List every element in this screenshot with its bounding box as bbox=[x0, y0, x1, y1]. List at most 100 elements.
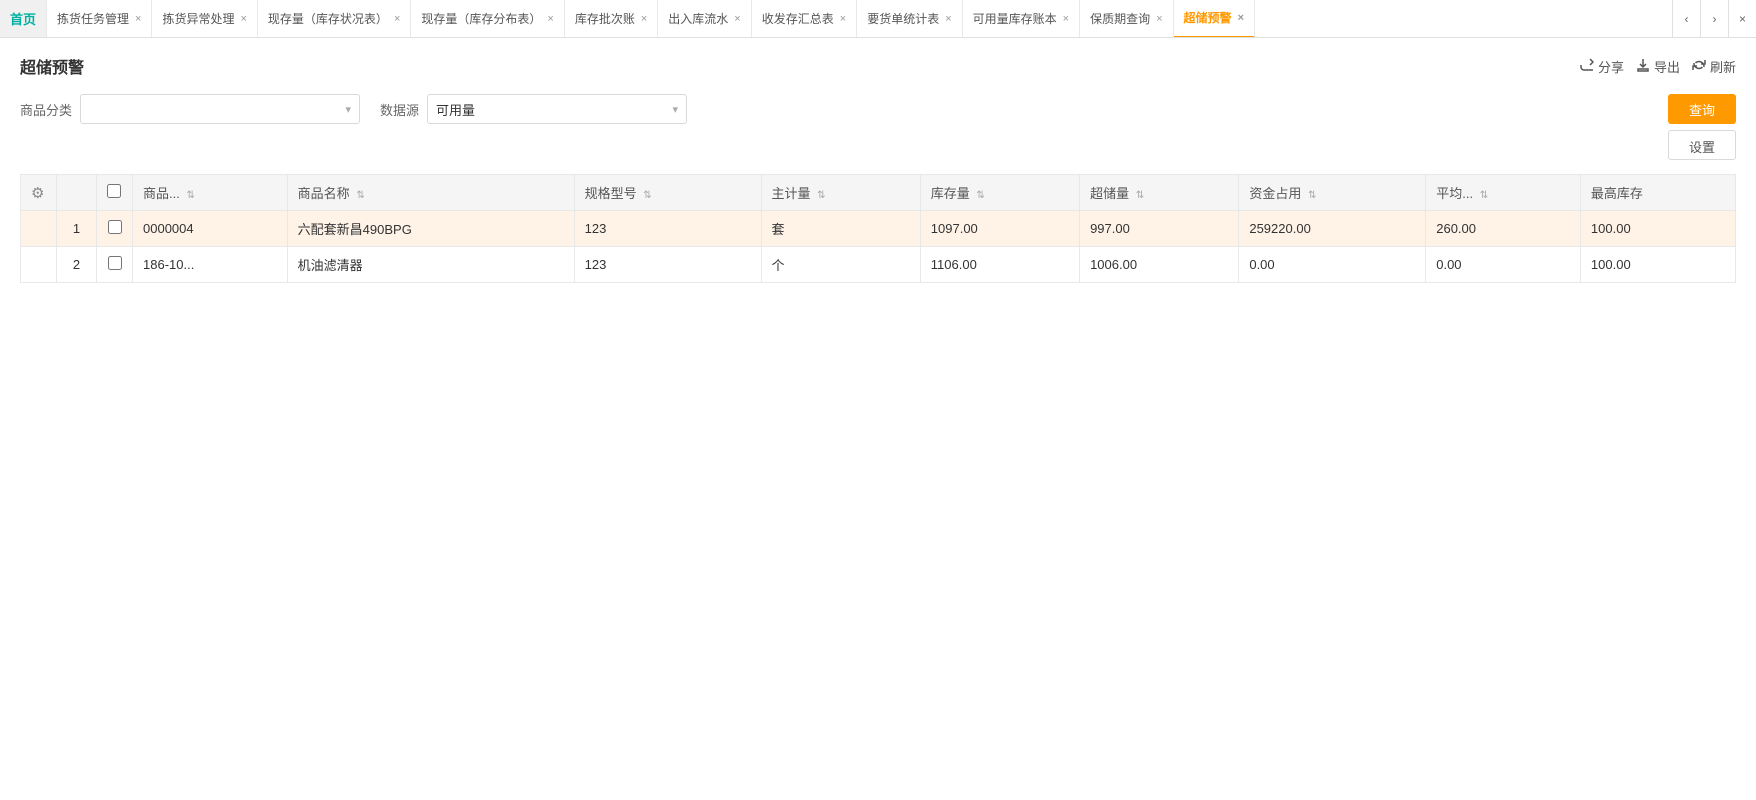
datasource-select[interactable]: 可用量 ▾ bbox=[427, 94, 687, 124]
gear-icon[interactable]: ⚙ bbox=[31, 185, 44, 202]
nav-tab-shelf-life[interactable]: 保质期查询 × bbox=[1080, 0, 1173, 38]
data-table: ⚙ 商品... ⇅ 商品名称 ⇅ 规格型号 ⇅ bbox=[20, 174, 1736, 283]
nav-arrow-close[interactable]: × bbox=[1728, 0, 1756, 38]
row-spec: 123 bbox=[574, 247, 761, 283]
col-header-capital[interactable]: 资金占用 ⇅ bbox=[1239, 175, 1426, 211]
tab-label: 拣货任务管理 bbox=[57, 10, 129, 27]
tab-label: 现存量（库存分布表） bbox=[421, 10, 541, 27]
tab-close-icon[interactable]: × bbox=[945, 13, 951, 25]
refresh-label: 刷新 bbox=[1710, 57, 1736, 76]
tab-close-icon[interactable]: × bbox=[240, 13, 246, 25]
nav-tab-receive-summary[interactable]: 收发存汇总表 × bbox=[752, 0, 857, 38]
col-header-spec[interactable]: 规格型号 ⇅ bbox=[574, 175, 761, 211]
col-header-unit[interactable]: 主计量 ⇅ bbox=[761, 175, 920, 211]
share-button[interactable]: 分享 bbox=[1580, 57, 1624, 76]
col-label: 商品... bbox=[143, 186, 180, 201]
nav-arrow-left[interactable]: ‹ bbox=[1672, 0, 1700, 38]
tab-close-icon[interactable]: × bbox=[1156, 13, 1162, 25]
export-label: 导出 bbox=[1654, 57, 1680, 76]
col-header-checkbox bbox=[97, 175, 133, 211]
tab-close-icon[interactable]: × bbox=[641, 13, 647, 25]
export-button[interactable]: 导出 bbox=[1636, 57, 1680, 76]
nav-arrow-right[interactable]: › bbox=[1700, 0, 1728, 38]
tab-close-icon[interactable]: × bbox=[135, 13, 141, 25]
sort-icon: ⇅ bbox=[1480, 190, 1488, 201]
col-header-max-stock[interactable]: 最高库存 bbox=[1580, 175, 1735, 211]
col-label: 商品名称 bbox=[298, 186, 350, 201]
row-spec: 123 bbox=[574, 211, 761, 247]
nav-tab-task-mgmt[interactable]: 拣货任务管理 × bbox=[47, 0, 152, 38]
filters-right: 查询 设置 bbox=[1668, 94, 1736, 160]
category-select[interactable]: ▾ bbox=[80, 94, 360, 124]
col-header-product-name[interactable]: 商品名称 ⇅ bbox=[287, 175, 574, 211]
tab-label: 拣货异常处理 bbox=[162, 10, 234, 27]
sort-icon: ⇅ bbox=[1136, 190, 1144, 201]
sort-icon: ⇅ bbox=[643, 190, 651, 201]
col-label: 资金占用 bbox=[1249, 186, 1301, 201]
table-row: 1 0000004 六配套新昌490BPG 123 套 1097.00 997.… bbox=[21, 211, 1736, 247]
tab-close-icon[interactable]: × bbox=[1063, 13, 1069, 25]
col-header-overstock[interactable]: 超储量 ⇅ bbox=[1080, 175, 1239, 211]
col-header-gear: ⚙ bbox=[21, 175, 57, 211]
table-row: 2 186-10... 机油滤清器 123 个 1106.00 1006.00 … bbox=[21, 247, 1736, 283]
tab-close-icon[interactable]: × bbox=[394, 13, 400, 25]
sort-icon: ⇅ bbox=[356, 190, 364, 201]
nav-tab-home[interactable]: 首页 bbox=[0, 0, 47, 38]
header-actions: 分享 导出 刷新 bbox=[1580, 57, 1736, 76]
col-label: 最高库存 bbox=[1591, 186, 1643, 201]
col-label: 主计量 bbox=[772, 186, 811, 201]
refresh-icon bbox=[1692, 58, 1706, 75]
category-label: 商品分类 bbox=[20, 100, 72, 119]
col-header-avg[interactable]: 平均... ⇅ bbox=[1426, 175, 1581, 211]
tab-label: 保质期查询 bbox=[1090, 10, 1150, 27]
select-all-checkbox[interactable] bbox=[107, 184, 121, 198]
tab-close-icon[interactable]: × bbox=[1238, 12, 1244, 24]
row-capital: 0.00 bbox=[1239, 247, 1426, 283]
nav-tab-inventory-status[interactable]: 现存量（库存状况表） × bbox=[258, 0, 411, 38]
nav-tab-batch-ledger[interactable]: 库存批次账 × bbox=[565, 0, 658, 38]
row-overstock: 1006.00 bbox=[1080, 247, 1239, 283]
tab-label: 出入库流水 bbox=[668, 10, 728, 27]
col-header-stock[interactable]: 库存量 ⇅ bbox=[920, 175, 1079, 211]
refresh-button[interactable]: 刷新 bbox=[1692, 57, 1736, 76]
nav-tab-exception[interactable]: 拣货异常处理 × bbox=[152, 0, 257, 38]
col-header-product-code[interactable]: 商品... ⇅ bbox=[133, 175, 288, 211]
nav-arrows: ‹ › × bbox=[1672, 0, 1756, 38]
row-product-name: 机油滤清器 bbox=[287, 247, 574, 283]
tab-label: 库存批次账 bbox=[575, 10, 635, 27]
datasource-label: 数据源 bbox=[380, 100, 419, 119]
row-avg: 260.00 bbox=[1426, 211, 1581, 247]
export-icon bbox=[1636, 58, 1650, 75]
sort-icon: ⇅ bbox=[817, 190, 825, 201]
nav-tab-overstock-warning[interactable]: 超储预警 × bbox=[1174, 0, 1255, 38]
settings-button[interactable]: 设置 bbox=[1668, 130, 1736, 160]
col-label: 超储量 bbox=[1090, 186, 1129, 201]
row-product-code: 186-10... bbox=[133, 247, 288, 283]
sort-icon: ⇅ bbox=[186, 190, 194, 201]
row-checkbox[interactable] bbox=[108, 220, 122, 234]
row-stock: 1106.00 bbox=[920, 247, 1079, 283]
col-label: 规格型号 bbox=[585, 186, 637, 201]
col-label: 库存量 bbox=[931, 186, 970, 201]
tab-close-icon[interactable]: × bbox=[840, 13, 846, 25]
nav-tab-order-stats[interactable]: 要货单统计表 × bbox=[857, 0, 962, 38]
col-header-index bbox=[57, 175, 97, 211]
nav-tab-inout-flow[interactable]: 出入库流水 × bbox=[658, 0, 751, 38]
row-index: 2 bbox=[57, 247, 97, 283]
nav-tab-inventory-dist[interactable]: 现存量（库存分布表） × bbox=[411, 0, 564, 38]
row-product-name: 六配套新昌490BPG bbox=[287, 211, 574, 247]
row-checkbox[interactable] bbox=[108, 256, 122, 270]
col-label: 平均... bbox=[1436, 186, 1473, 201]
row-overstock: 997.00 bbox=[1080, 211, 1239, 247]
row-checkbox-cell bbox=[97, 211, 133, 247]
tab-close-icon[interactable]: × bbox=[547, 13, 553, 25]
row-avg: 0.00 bbox=[1426, 247, 1581, 283]
nav-tab-available-ledger[interactable]: 可用量库存账本 × bbox=[963, 0, 1080, 38]
share-icon bbox=[1580, 58, 1594, 75]
tab-label: 超储预警 bbox=[1184, 9, 1232, 26]
row-index: 1 bbox=[57, 211, 97, 247]
query-button[interactable]: 查询 bbox=[1668, 94, 1736, 124]
share-label: 分享 bbox=[1598, 57, 1624, 76]
tab-close-icon[interactable]: × bbox=[734, 13, 740, 25]
row-gear bbox=[21, 211, 57, 247]
